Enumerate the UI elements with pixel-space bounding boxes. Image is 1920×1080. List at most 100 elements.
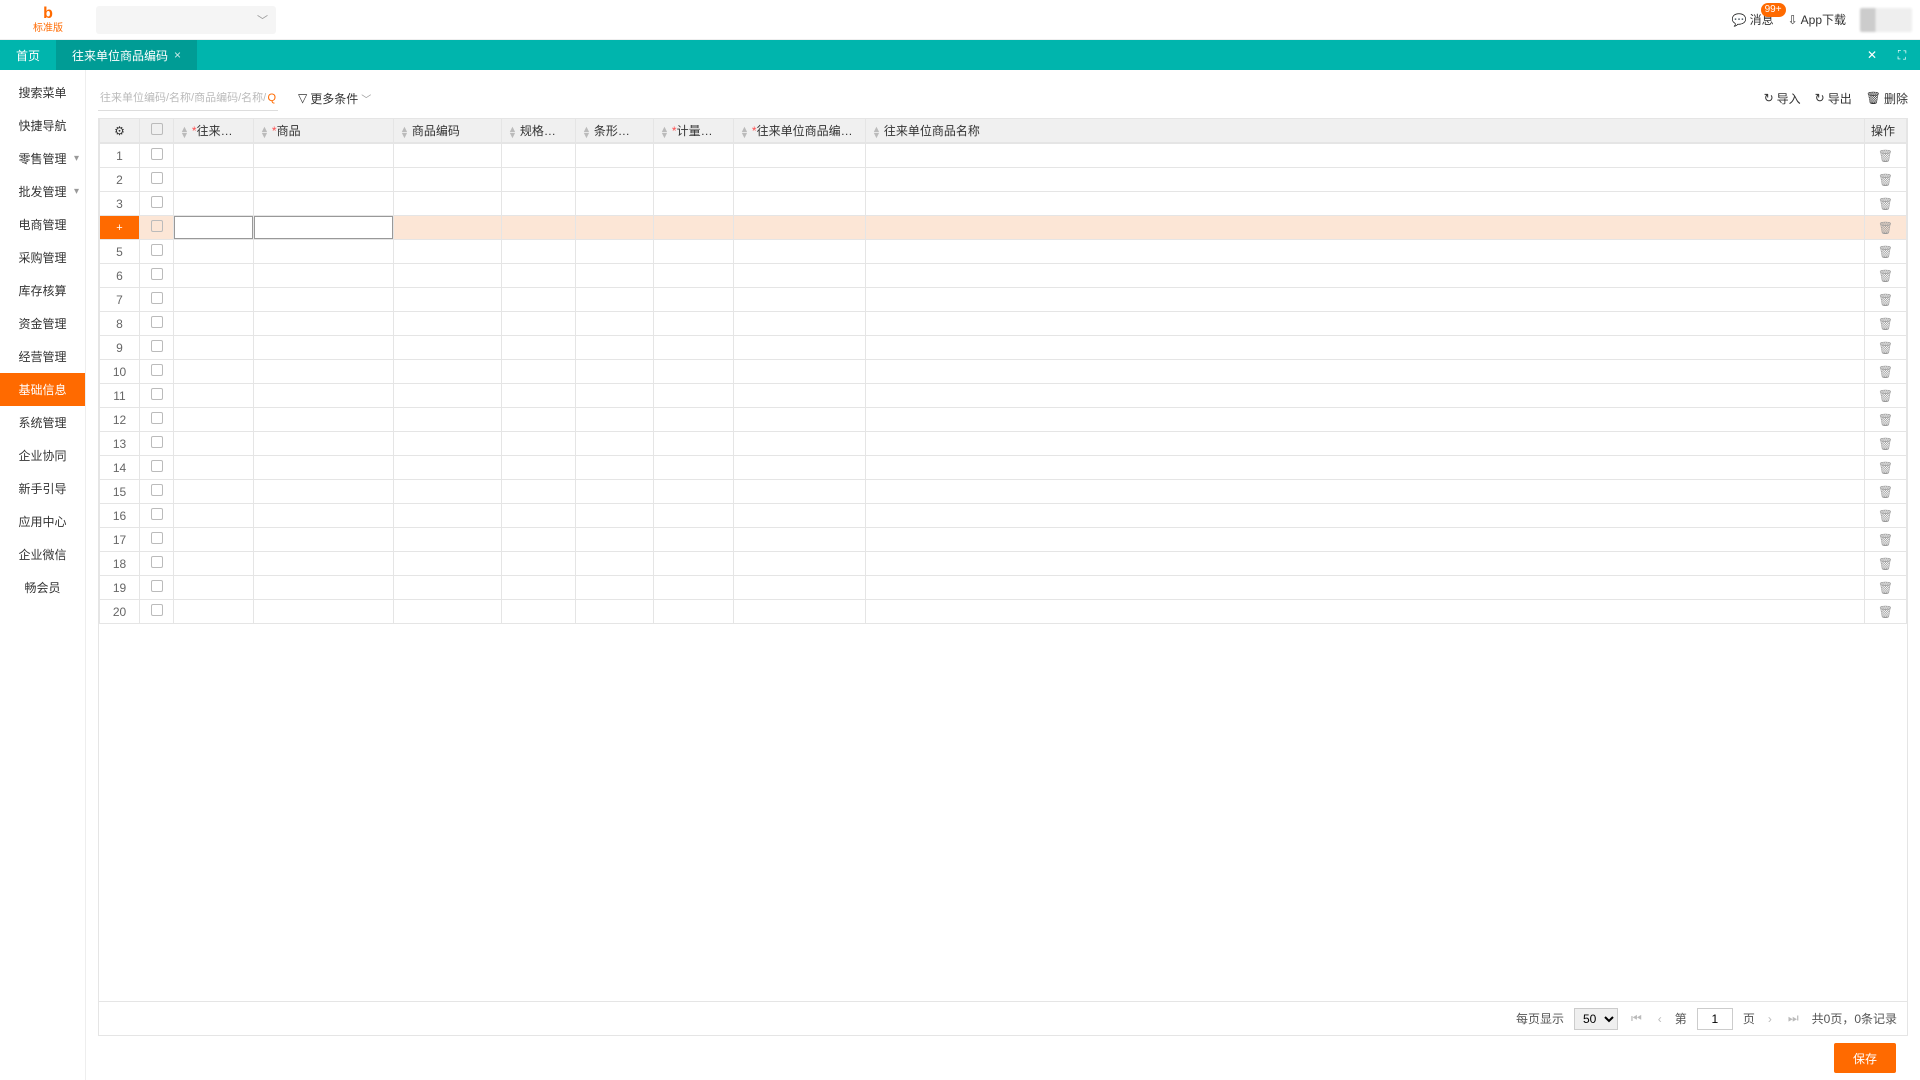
sidebar-item[interactable]: 库存核算 (0, 274, 85, 307)
cell[interactable] (654, 528, 734, 552)
cell[interactable] (576, 288, 654, 312)
avatar[interactable] (1860, 8, 1912, 32)
sidebar-item[interactable]: 快捷导航 (0, 109, 85, 142)
cell[interactable] (866, 264, 1865, 288)
trash-icon[interactable]: 🗑 (1878, 317, 1893, 331)
page-input[interactable] (1697, 1008, 1733, 1030)
cell[interactable] (866, 216, 1865, 240)
cell[interactable] (734, 264, 866, 288)
table-row[interactable]: 11🗑 (100, 384, 1907, 408)
cell[interactable] (394, 384, 502, 408)
row-checkbox[interactable] (151, 556, 163, 568)
cell[interactable] (174, 192, 254, 216)
cell[interactable] (174, 432, 254, 456)
cell[interactable] (502, 432, 576, 456)
cell[interactable] (654, 264, 734, 288)
cell[interactable] (502, 336, 576, 360)
cell[interactable] (576, 168, 654, 192)
cell[interactable] (502, 216, 576, 240)
add-row-icon[interactable]: + (113, 221, 127, 235)
table-row[interactable]: 6🗑 (100, 264, 1907, 288)
table-row[interactable]: +🗑 (100, 216, 1907, 240)
trash-icon[interactable]: 🗑 (1878, 557, 1893, 571)
trash-icon[interactable]: 🗑 (1878, 341, 1893, 355)
cell[interactable] (254, 264, 394, 288)
cell[interactable] (654, 408, 734, 432)
cell[interactable] (576, 264, 654, 288)
cell[interactable] (254, 240, 394, 264)
cell[interactable] (734, 240, 866, 264)
tab-home[interactable]: 首页 (0, 40, 56, 70)
cell[interactable] (174, 384, 254, 408)
cell[interactable] (394, 240, 502, 264)
cell[interactable] (654, 168, 734, 192)
cell[interactable] (866, 552, 1865, 576)
cell[interactable] (734, 384, 866, 408)
search-input[interactable] (100, 92, 267, 104)
row-checkbox[interactable] (151, 268, 163, 280)
cell[interactable] (866, 432, 1865, 456)
trash-icon[interactable]: 🗑 (1878, 221, 1893, 235)
row-checkbox[interactable] (151, 436, 163, 448)
cell[interactable] (654, 552, 734, 576)
cell[interactable] (254, 408, 394, 432)
row-checkbox[interactable] (151, 460, 163, 472)
cell[interactable] (866, 336, 1865, 360)
cell[interactable] (866, 576, 1865, 600)
sidebar-item[interactable]: 电商管理 (0, 208, 85, 241)
cell[interactable] (866, 408, 1865, 432)
cell[interactable] (394, 216, 502, 240)
cell[interactable] (174, 408, 254, 432)
row-checkbox[interactable] (151, 220, 163, 232)
table-row[interactable]: 18🗑 (100, 552, 1907, 576)
cell[interactable] (254, 480, 394, 504)
sidebar-item[interactable]: 搜索菜单 (0, 76, 85, 109)
row-checkbox[interactable] (151, 316, 163, 328)
sidebar-item[interactable]: 经营管理 (0, 340, 85, 373)
row-checkbox[interactable] (151, 292, 163, 304)
trash-icon[interactable]: 🗑 (1878, 461, 1893, 475)
cell[interactable] (654, 312, 734, 336)
cell[interactable] (866, 192, 1865, 216)
cell[interactable] (174, 456, 254, 480)
cell[interactable] (174, 552, 254, 576)
trash-icon[interactable]: 🗑 (1878, 413, 1893, 427)
cell[interactable] (576, 552, 654, 576)
app-download-button[interactable]: ⇩ App下载 (1788, 11, 1846, 28)
cell[interactable] (502, 312, 576, 336)
cell[interactable] (502, 384, 576, 408)
column-unit[interactable]: ▲▼*计量… (654, 119, 734, 143)
more-conditions-button[interactable]: ▽ 更多条件 ﹀ (298, 90, 371, 107)
row-checkbox[interactable] (151, 340, 163, 352)
cell[interactable] (734, 216, 866, 240)
cell[interactable] (502, 600, 576, 624)
cell[interactable] (174, 144, 254, 168)
trash-icon[interactable]: 🗑 (1878, 389, 1893, 403)
sidebar-item[interactable]: 零售管理▾ (0, 142, 85, 175)
cell[interactable] (734, 168, 866, 192)
cell[interactable] (502, 360, 576, 384)
cell[interactable] (866, 360, 1865, 384)
table-row[interactable]: 19🗑 (100, 576, 1907, 600)
table-row[interactable]: 12🗑 (100, 408, 1907, 432)
trash-icon[interactable]: 🗑 (1878, 197, 1893, 211)
cell[interactable] (174, 480, 254, 504)
cell[interactable] (394, 576, 502, 600)
cell[interactable] (254, 432, 394, 456)
trash-icon[interactable]: 🗑 (1878, 509, 1893, 523)
table-row[interactable]: 17🗑 (100, 528, 1907, 552)
row-checkbox[interactable] (151, 196, 163, 208)
cell[interactable] (394, 168, 502, 192)
cell[interactable] (174, 336, 254, 360)
table-row[interactable]: 9🗑 (100, 336, 1907, 360)
cell[interactable] (866, 504, 1865, 528)
tab-partner-product-code[interactable]: 往来单位商品编码 × (56, 40, 197, 70)
cell[interactable] (576, 432, 654, 456)
cell[interactable] (174, 528, 254, 552)
cell[interactable] (654, 288, 734, 312)
cell[interactable] (502, 408, 576, 432)
trash-icon[interactable]: 🗑 (1878, 269, 1893, 283)
cell[interactable] (576, 216, 654, 240)
cell[interactable] (654, 144, 734, 168)
cell[interactable] (734, 144, 866, 168)
